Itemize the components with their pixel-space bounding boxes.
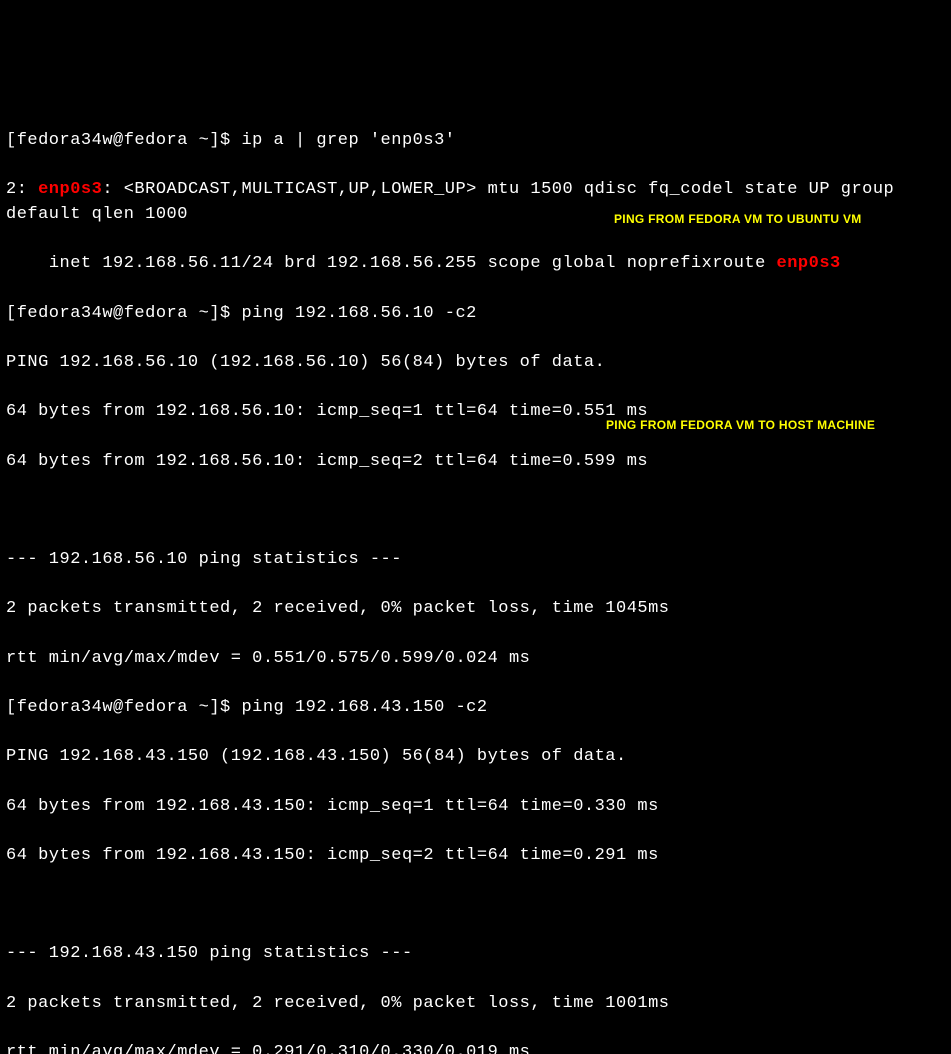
- blank-line: [6, 893, 945, 918]
- terminal-line: PING 192.168.43.150 (192.168.43.150) 56(…: [6, 745, 945, 770]
- terminal-line: [fedora34w@fedora ~]$ ping 192.168.56.10…: [6, 302, 945, 327]
- terminal-line: --- 192.168.43.150 ping statistics ---: [6, 942, 945, 967]
- terminal-line: 64 bytes from 192.168.43.150: icmp_seq=1…: [6, 795, 945, 820]
- terminal-line: inet 192.168.56.11/24 brd 192.168.56.255…: [6, 252, 945, 277]
- terminal-line: rtt min/avg/max/mdev = 0.551/0.575/0.599…: [6, 647, 945, 672]
- terminal-line: 64 bytes from 192.168.43.150: icmp_seq=2…: [6, 844, 945, 869]
- interface-name: enp0s3: [38, 180, 102, 199]
- shell-prompt: [fedora34w@fedora ~]$: [6, 131, 241, 150]
- annotation-label: PING FROM FEDORA VM TO HOST MACHINE: [606, 417, 875, 434]
- terminal-output: [fedora34w@fedora ~]$ ip a | grep 'enp0s…: [6, 105, 945, 1054]
- output-text: inet 192.168.56.11/24 brd 192.168.56.255…: [6, 254, 777, 273]
- terminal-line: rtt min/avg/max/mdev = 0.291/0.310/0.330…: [6, 1041, 945, 1054]
- terminal-line: 2 packets transmitted, 2 received, 0% pa…: [6, 992, 945, 1017]
- terminal-line: 64 bytes from 192.168.56.10: icmp_seq=2 …: [6, 450, 945, 475]
- terminal-line: PING 192.168.56.10 (192.168.56.10) 56(84…: [6, 351, 945, 376]
- command-text: ping 192.168.56.10 -c2: [241, 304, 476, 323]
- terminal-line: [fedora34w@fedora ~]$ ping 192.168.43.15…: [6, 696, 945, 721]
- terminal-line: --- 192.168.56.10 ping statistics ---: [6, 548, 945, 573]
- shell-prompt: [fedora34w@fedora ~]$: [6, 698, 241, 717]
- blank-line: [6, 499, 945, 524]
- terminal-line: 2 packets transmitted, 2 received, 0% pa…: [6, 597, 945, 622]
- command-text: ip a | grep 'enp0s3': [241, 131, 455, 150]
- output-text: 2:: [6, 180, 38, 199]
- terminal-line: [fedora34w@fedora ~]$ ip a | grep 'enp0s…: [6, 129, 945, 154]
- command-text: ping 192.168.43.150 -c2: [241, 698, 487, 717]
- shell-prompt: [fedora34w@fedora ~]$: [6, 304, 241, 323]
- annotation-label: PING FROM FEDORA VM TO UBUNTU VM: [614, 211, 862, 228]
- interface-name: enp0s3: [777, 254, 841, 273]
